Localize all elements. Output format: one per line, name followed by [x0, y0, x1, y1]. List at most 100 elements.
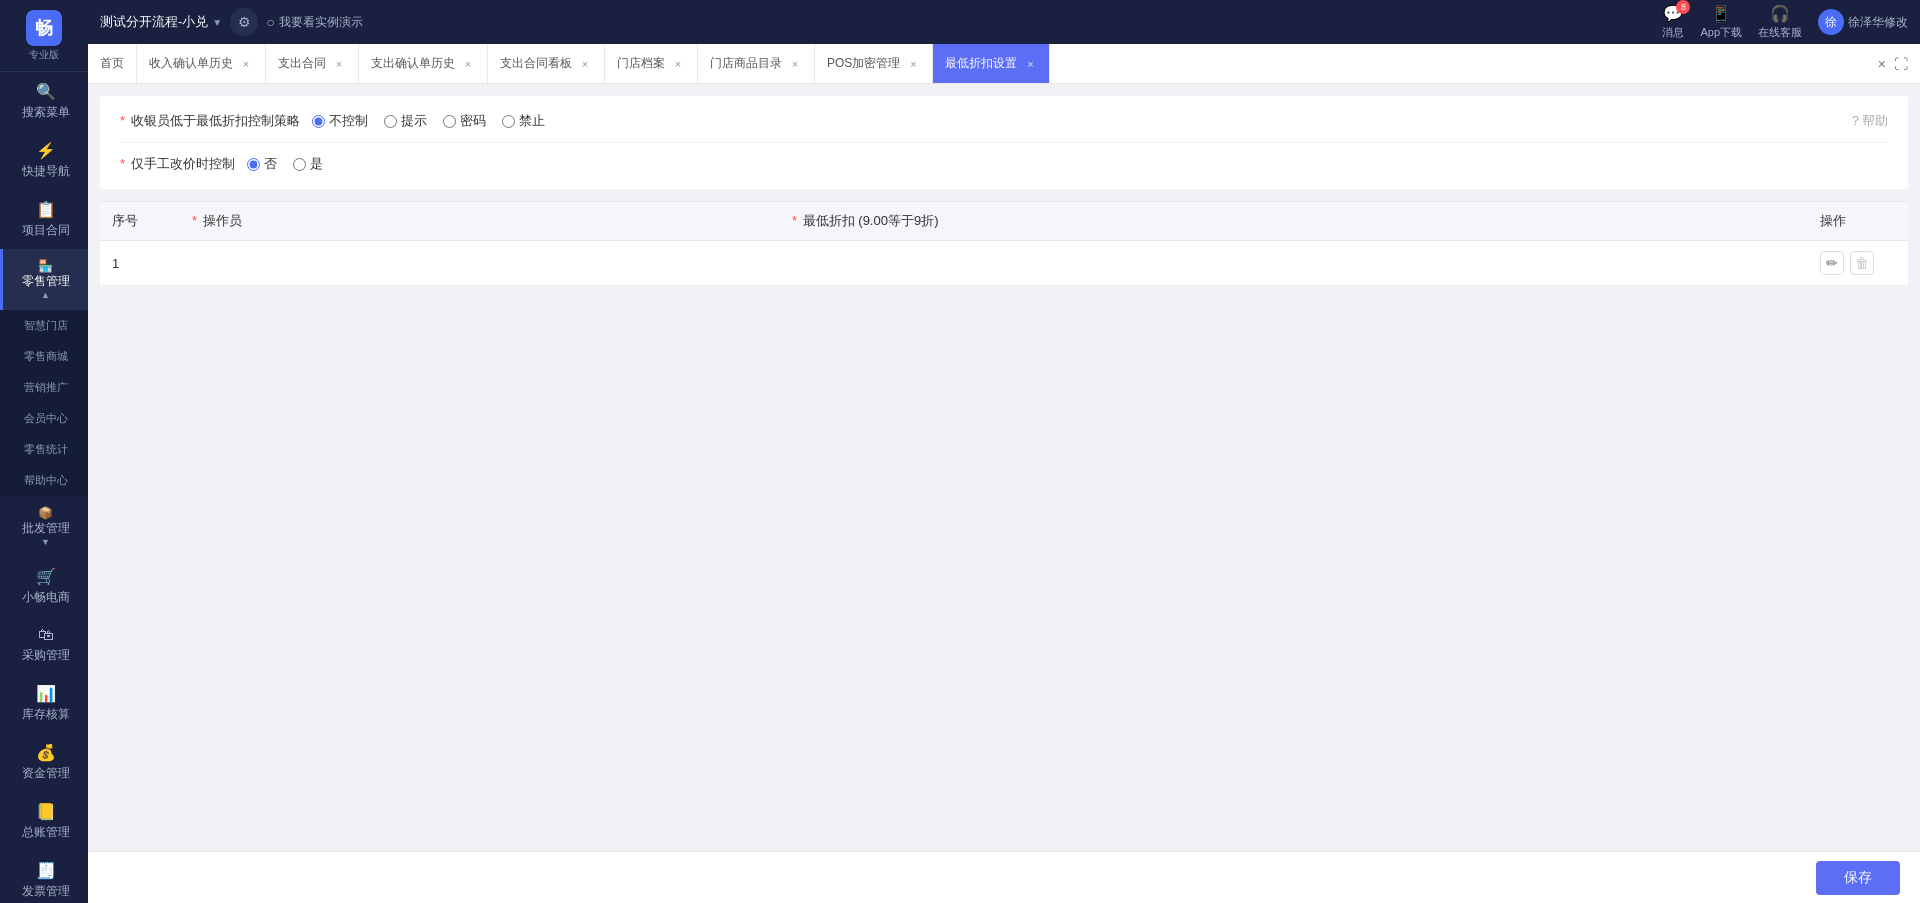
cell-seq: 1	[100, 241, 180, 286]
sidebar-item-retail[interactable]: 🏪 零售管理 ▲	[0, 249, 88, 310]
capital-icon: 💰	[36, 743, 56, 762]
form-divider	[120, 142, 1888, 143]
tab-label: 收入确认单历史	[149, 55, 233, 72]
inventory-icon: 📊	[36, 684, 56, 703]
table-scroll[interactable]: 序号 * 操作员 * 最低折扣 (9.00等于9折) 操作	[100, 201, 1908, 286]
logo-icon: 畅	[26, 10, 62, 46]
table-body: 1 ✏ 🗑	[100, 241, 1908, 286]
tab-label: 支出确认单历史	[371, 55, 455, 72]
tab-payment-contract[interactable]: 支出合同 ×	[266, 44, 359, 83]
tab-label: 门店档案	[617, 55, 665, 72]
tabs-bar: 首页 收入确认单历史 × 支出合同 × 支出确认单历史 × 支出合同看板 × 门…	[88, 44, 1920, 84]
save-button[interactable]: 保存	[1816, 861, 1900, 895]
username: 徐泽华修改	[1848, 14, 1908, 31]
sidebar: 畅 专业版 🔍 搜索菜单 ⚡ 快捷导航 📋 项目合同 🏪 零售管理 ▲ 智慧门店…	[0, 0, 88, 903]
sidebar-item-member[interactable]: 会员中心	[0, 403, 88, 434]
sidebar-item-purchase[interactable]: 🛍 采购管理	[0, 616, 88, 674]
service-label: 在线客服	[1758, 25, 1802, 40]
maximize-button[interactable]: ⛶	[1890, 54, 1912, 74]
sidebar-item-wholesale[interactable]: 📦 批发管理 ▼	[0, 496, 88, 557]
sidebar-item-search[interactable]: 🔍 搜索菜单	[0, 72, 88, 131]
option-prompt[interactable]: 提示	[384, 112, 427, 130]
wholesale-icon: 📦	[38, 506, 53, 520]
tab-payment-history[interactable]: 支出确认单历史 ×	[359, 44, 488, 83]
tab-payment-board[interactable]: 支出合同看板 ×	[488, 44, 605, 83]
tab-close-icon[interactable]: ×	[788, 57, 802, 71]
tab-close-icon[interactable]: ×	[332, 57, 346, 71]
option-yes[interactable]: 是	[293, 155, 323, 173]
table-row: 1 ✏ 🗑	[100, 241, 1908, 286]
form-row-manual-price: * 仅手工改价时控制 否 是	[120, 155, 1888, 173]
sidebar-item-smart-store[interactable]: 智慧门店	[0, 310, 88, 341]
collapse-icon: ▼	[41, 537, 50, 547]
manual-price-label: * 仅手工改价时控制	[120, 155, 235, 173]
sidebar-item-retail-mall[interactable]: 零售商城	[0, 341, 88, 372]
message-action[interactable]: 💬 消息 8	[1662, 4, 1684, 40]
sidebar-item-label: 总账管理	[22, 824, 70, 841]
tab-label: 门店商品目录	[710, 55, 782, 72]
sidebar-item-invoice[interactable]: 🧾 发票管理	[0, 851, 88, 903]
option-no-control[interactable]: 不控制	[312, 112, 368, 130]
lightning-icon: ⚡	[36, 141, 56, 160]
tab-home[interactable]: 首页	[88, 44, 137, 83]
table-header-row: 序号 * 操作员 * 最低折扣 (9.00等于9折) 操作	[100, 202, 1908, 241]
sidebar-item-help[interactable]: 帮助中心	[0, 465, 88, 496]
sidebar-item-capital[interactable]: 💰 资金管理	[0, 733, 88, 792]
manual-price-radio-group: 否 是	[247, 155, 323, 173]
tab-store-goods[interactable]: 门店商品目录 ×	[698, 44, 815, 83]
sidebar-item-ecommerce[interactable]: 🛒 小畅电商	[0, 557, 88, 616]
app-download-action[interactable]: 📱 App下载	[1700, 4, 1742, 40]
form-row-strategy: * 收银员低于最低折扣控制策略 不控制 提示 密码	[120, 112, 1888, 130]
project-selector[interactable]: 测试分开流程-小兑 ▼	[100, 13, 222, 31]
option-password[interactable]: 密码	[443, 112, 486, 130]
invoice-icon: 🧾	[36, 861, 56, 880]
project-name: 测试分开流程-小兑	[100, 13, 208, 31]
user-menu[interactable]: 徐 徐泽华修改	[1818, 9, 1908, 35]
tab-pos-password[interactable]: POS加密管理 ×	[815, 44, 933, 83]
cell-actions: ✏ 🗑	[1808, 241, 1908, 286]
online-service-action[interactable]: 🎧 在线客服	[1758, 4, 1802, 40]
sidebar-item-retail-stat[interactable]: 零售统计	[0, 434, 88, 465]
sidebar-item-shortcut[interactable]: ⚡ 快捷导航	[0, 131, 88, 190]
message-badge: 8	[1676, 0, 1690, 14]
sidebar-item-label: 资金管理	[22, 765, 70, 782]
delete-row-button[interactable]: 🗑	[1850, 251, 1874, 275]
help-icon[interactable]: ？帮助	[1849, 112, 1888, 130]
expand-icon: ▲	[41, 290, 50, 300]
col-min-discount: * 最低折扣 (9.00等于9折)	[780, 202, 1808, 241]
tab-close-icon[interactable]: ×	[906, 57, 920, 71]
ecommerce-icon: 🛒	[36, 567, 56, 586]
sidebar-group-wholesale: 📦 批发管理 ▼	[0, 496, 88, 557]
table-header: 序号 * 操作员 * 最低折扣 (9.00等于9折) 操作	[100, 202, 1908, 241]
message-label: 消息	[1662, 25, 1684, 40]
discount-table-card: 序号 * 操作员 * 最低折扣 (9.00等于9折) 操作	[100, 201, 1908, 286]
option-ban[interactable]: 禁止	[502, 112, 545, 130]
sidebar-item-ledger[interactable]: 📒 总账管理	[0, 792, 88, 851]
tab-store-profile[interactable]: 门店档案 ×	[605, 44, 698, 83]
tab-label: 支出合同	[278, 55, 326, 72]
tab-close-icon[interactable]: ×	[671, 57, 685, 71]
close-tab-button[interactable]: ×	[1874, 54, 1890, 74]
bottom-bar: 保存	[88, 851, 1920, 903]
option-no[interactable]: 否	[247, 155, 277, 173]
retail-icon: 🏪	[38, 259, 53, 273]
sidebar-item-label: 搜索菜单	[22, 104, 70, 121]
gear-icon: ⚙	[238, 14, 251, 30]
sidebar-item-inventory[interactable]: 📊 库存核算	[0, 674, 88, 733]
project-settings-button[interactable]: ⚙	[230, 8, 258, 36]
topbar-right: 💬 消息 8 📱 App下载 🎧 在线客服 徐 徐泽华修改	[1662, 4, 1908, 40]
sidebar-item-project[interactable]: 📋 项目合同	[0, 190, 88, 249]
search-icon: 🔍	[36, 82, 56, 101]
tab-close-icon[interactable]: ×	[578, 57, 592, 71]
edit-row-button[interactable]: ✏	[1820, 251, 1844, 275]
tab-close-icon[interactable]: ×	[461, 57, 475, 71]
tab-income-history[interactable]: 收入确认单历史 ×	[137, 44, 266, 83]
sidebar-item-marketing[interactable]: 营销推广	[0, 372, 88, 403]
contract-icon: 📋	[36, 200, 56, 219]
demo-link[interactable]: ○ 我要看实例演示	[266, 14, 362, 31]
tab-close-icon[interactable]: ×	[239, 57, 253, 71]
tab-min-discount[interactable]: 最低折扣设置 ×	[933, 44, 1050, 83]
tab-close-icon[interactable]: ×	[1023, 57, 1037, 71]
avatar: 徐	[1818, 9, 1844, 35]
strategy-radio-group: 不控制 提示 密码 禁止	[312, 112, 545, 130]
